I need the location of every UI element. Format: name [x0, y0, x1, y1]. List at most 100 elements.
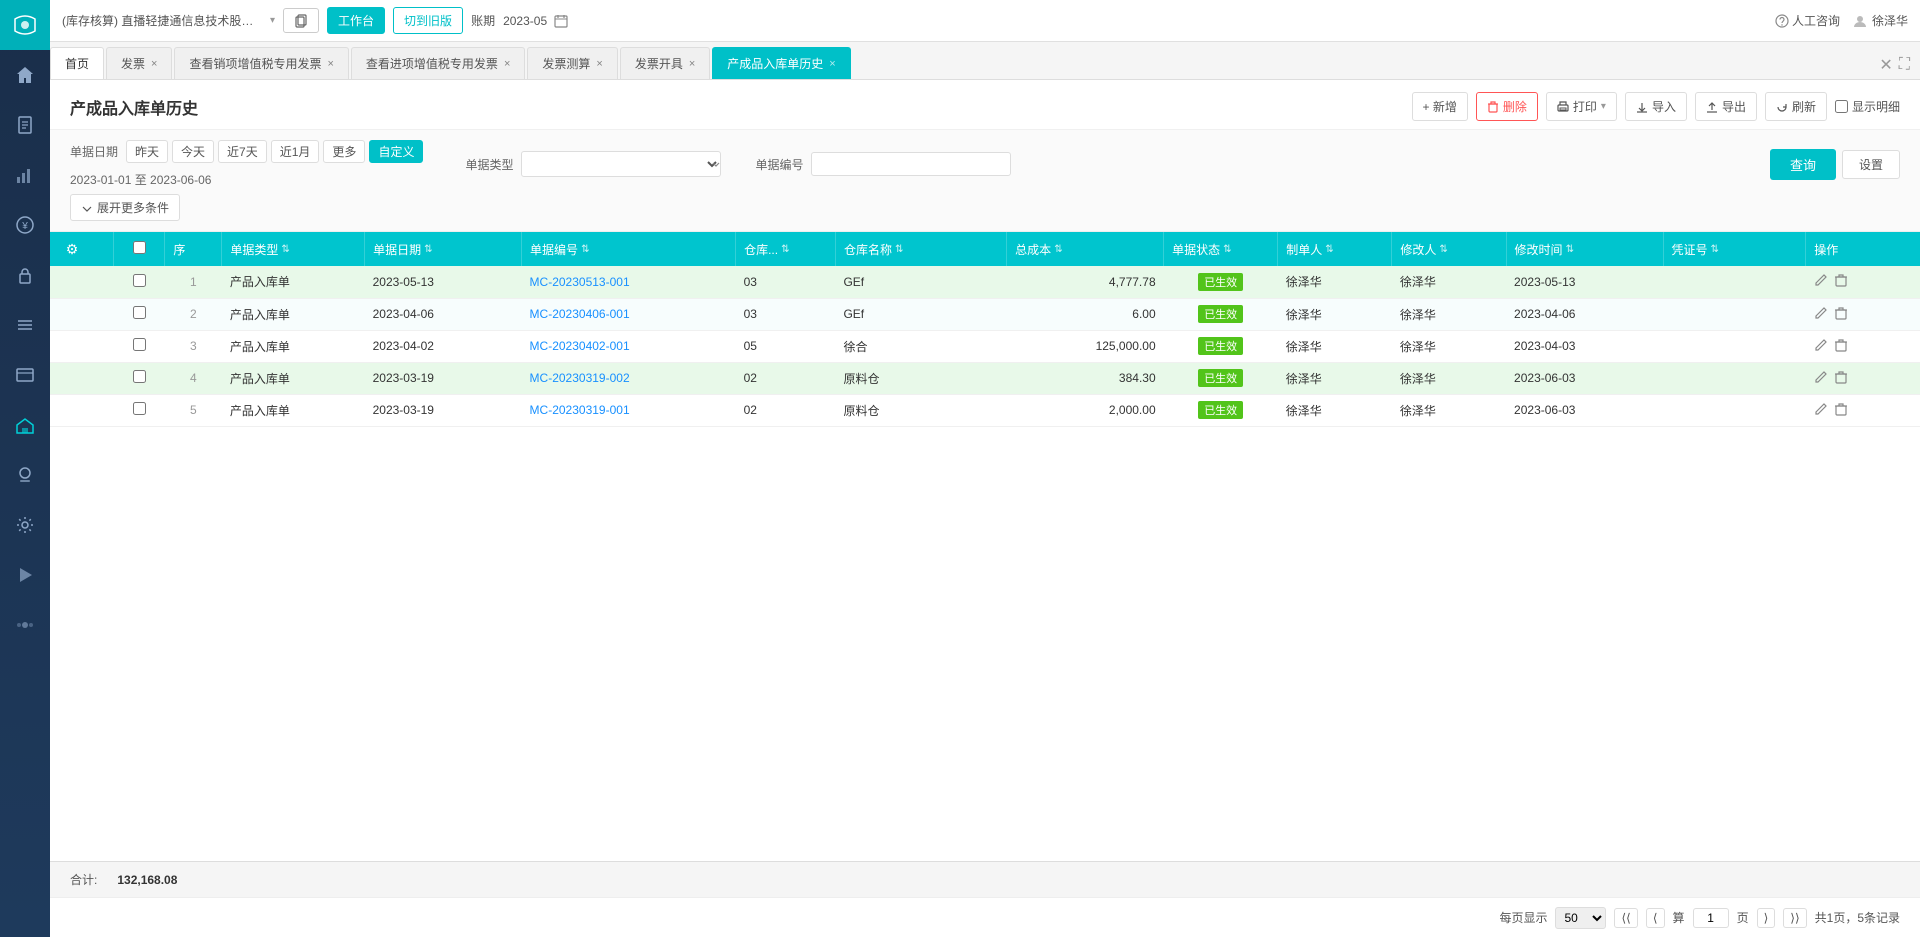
- th-checkbox[interactable]: [113, 232, 164, 266]
- row-date: 2023-03-19: [365, 362, 522, 394]
- th-settings[interactable]: ⚙: [50, 232, 113, 266]
- date-btn-today[interactable]: 今天: [172, 140, 214, 163]
- export-button[interactable]: 导出: [1695, 92, 1757, 121]
- row-delete-icon[interactable]: [1834, 338, 1848, 355]
- row-wh-name: 原料仓: [835, 362, 1006, 394]
- sidebar-item-extra[interactable]: [0, 600, 50, 650]
- tab-home[interactable]: 首页: [50, 47, 104, 79]
- page-num-input[interactable]: [1693, 908, 1729, 928]
- prev-page-button[interactable]: ⟨: [1646, 908, 1665, 928]
- sidebar-item-play[interactable]: [0, 550, 50, 600]
- date-btn-more[interactable]: 更多: [323, 140, 365, 163]
- tab-issue[interactable]: 发票开具 ×: [620, 47, 710, 79]
- row-code[interactable]: MC-20230406-001: [522, 298, 736, 330]
- sidebar-item-doc[interactable]: [0, 100, 50, 150]
- row-edit-icon[interactable]: [1814, 402, 1828, 419]
- sidebar-item-chart[interactable]: [0, 150, 50, 200]
- sidebar-item-home[interactable]: [0, 50, 50, 100]
- tab-expand-button[interactable]: ⛶: [1899, 56, 1910, 74]
- expand-conditions-button[interactable]: 展开更多条件: [70, 194, 180, 221]
- th-cost[interactable]: 总成本⇅: [1007, 232, 1164, 266]
- sidebar-item-stamp[interactable]: [0, 450, 50, 500]
- pagination: 每页显示 50 100 200 ⟨⟨ ⟨ 算 页 ⟩ ⟩⟩ 共1页，5条记录: [50, 897, 1920, 937]
- sidebar-item-finance[interactable]: ¥: [0, 200, 50, 250]
- th-warehouse[interactable]: 仓库...⇅: [736, 232, 836, 266]
- th-type[interactable]: 单据类型⇅: [222, 232, 365, 266]
- import-button[interactable]: 导入: [1625, 92, 1687, 121]
- new-button[interactable]: + 新增: [1412, 92, 1468, 121]
- tab-sales-vat-close[interactable]: ×: [327, 58, 333, 70]
- th-wh-name[interactable]: 仓库名称⇅: [835, 232, 1006, 266]
- row-checkbox-cell[interactable]: [113, 330, 164, 362]
- tab-finished-goods[interactable]: 产成品入库单历史 ×: [712, 47, 850, 79]
- tab-purchase-vat[interactable]: 查看进项增值税专用发票 ×: [351, 47, 525, 79]
- date-filter-label: 单据日期: [70, 143, 118, 160]
- tab-purchase-vat-close[interactable]: ×: [504, 58, 510, 70]
- th-status[interactable]: 单据状态⇅: [1164, 232, 1278, 266]
- tab-close-all-button[interactable]: ✕: [1879, 55, 1892, 75]
- tab-invoice[interactable]: 发票 ×: [106, 47, 172, 79]
- row-checkbox-cell[interactable]: [113, 266, 164, 298]
- sidebar-item-list[interactable]: [0, 300, 50, 350]
- th-date[interactable]: 单据日期⇅: [365, 232, 522, 266]
- type-filter-select[interactable]: [521, 151, 721, 177]
- sidebar-item-settings[interactable]: [0, 500, 50, 550]
- date-btn-yesterday[interactable]: 昨天: [126, 140, 168, 163]
- row-edit-icon[interactable]: [1814, 338, 1828, 355]
- sidebar-item-invoice[interactable]: [0, 350, 50, 400]
- row-code[interactable]: MC-20230319-002: [522, 362, 736, 394]
- switch-old-button[interactable]: 切到旧版: [393, 7, 463, 34]
- row-checkbox-cell[interactable]: [113, 362, 164, 394]
- tab-invoice-close[interactable]: ×: [151, 58, 157, 70]
- row-delete-icon[interactable]: [1834, 402, 1848, 419]
- table-settings-gear[interactable]: ⚙: [58, 235, 86, 263]
- tab-calc[interactable]: 发票测算 ×: [527, 47, 617, 79]
- service-link[interactable]: 人工咨询: [1775, 12, 1840, 29]
- row-creator: 徐泽华: [1278, 266, 1392, 298]
- query-button[interactable]: 查询: [1770, 149, 1836, 180]
- tab-calc-close[interactable]: ×: [596, 58, 602, 70]
- row-edit-icon[interactable]: [1814, 370, 1828, 387]
- code-filter-input[interactable]: [811, 152, 1011, 176]
- tab-sales-vat[interactable]: 查看销项增值税专用发票 ×: [174, 47, 348, 79]
- first-page-button[interactable]: ⟨⟨: [1614, 908, 1637, 928]
- row-modifier: 徐泽华: [1392, 330, 1506, 362]
- row-actions: [1806, 394, 1920, 426]
- date-btn-7days[interactable]: 近7天: [218, 140, 267, 163]
- sidebar-item-lock[interactable]: [0, 250, 50, 300]
- row-delete-icon[interactable]: [1834, 370, 1848, 387]
- row-delete-icon[interactable]: [1834, 306, 1848, 323]
- row-delete-icon[interactable]: [1834, 273, 1848, 290]
- row-code[interactable]: MC-20230402-001: [522, 330, 736, 362]
- th-voucher[interactable]: 凭证号⇅: [1663, 232, 1806, 266]
- last-page-button[interactable]: ⟩⟩: [1783, 908, 1806, 928]
- row-checkbox-cell[interactable]: [113, 394, 164, 426]
- delete-button[interactable]: 删除: [1476, 92, 1538, 121]
- th-modifier[interactable]: 修改人⇅: [1392, 232, 1506, 266]
- row-checkbox-cell[interactable]: [113, 298, 164, 330]
- row-edit-icon[interactable]: [1814, 273, 1828, 290]
- date-btn-custom[interactable]: 自定义: [369, 140, 423, 163]
- row-settings-cell: [50, 298, 113, 330]
- setting-button[interactable]: 设置: [1842, 150, 1900, 179]
- date-btn-1month[interactable]: 近1月: [271, 140, 320, 163]
- sidebar-item-warehouse[interactable]: [0, 400, 50, 450]
- table-row: 1 产品入库单 2023-05-13 MC-20230513-001 03 GE…: [50, 266, 1920, 298]
- company-dropdown-arrow[interactable]: ▾: [270, 15, 275, 26]
- th-creator[interactable]: 制单人⇅: [1278, 232, 1392, 266]
- row-code[interactable]: MC-20230319-001: [522, 394, 736, 426]
- refresh-button[interactable]: 刷新: [1765, 92, 1827, 121]
- row-edit-icon[interactable]: [1814, 306, 1828, 323]
- tab-issue-close[interactable]: ×: [689, 58, 695, 70]
- tab-finished-goods-close[interactable]: ×: [829, 58, 835, 70]
- doc-copy-button[interactable]: [283, 8, 319, 33]
- print-button[interactable]: 打印 ▾: [1546, 92, 1617, 121]
- next-page-button[interactable]: ⟩: [1757, 908, 1776, 928]
- th-mod-time[interactable]: 修改时间⇅: [1506, 232, 1663, 266]
- select-all-checkbox[interactable]: [133, 241, 146, 254]
- per-page-select[interactable]: 50 100 200: [1555, 907, 1606, 929]
- show-detail-checkbox[interactable]: 显示明细: [1835, 98, 1900, 115]
- th-code[interactable]: 单据编号⇅: [522, 232, 736, 266]
- row-code[interactable]: MC-20230513-001: [522, 266, 736, 298]
- workbench-button[interactable]: 工作台: [327, 7, 385, 34]
